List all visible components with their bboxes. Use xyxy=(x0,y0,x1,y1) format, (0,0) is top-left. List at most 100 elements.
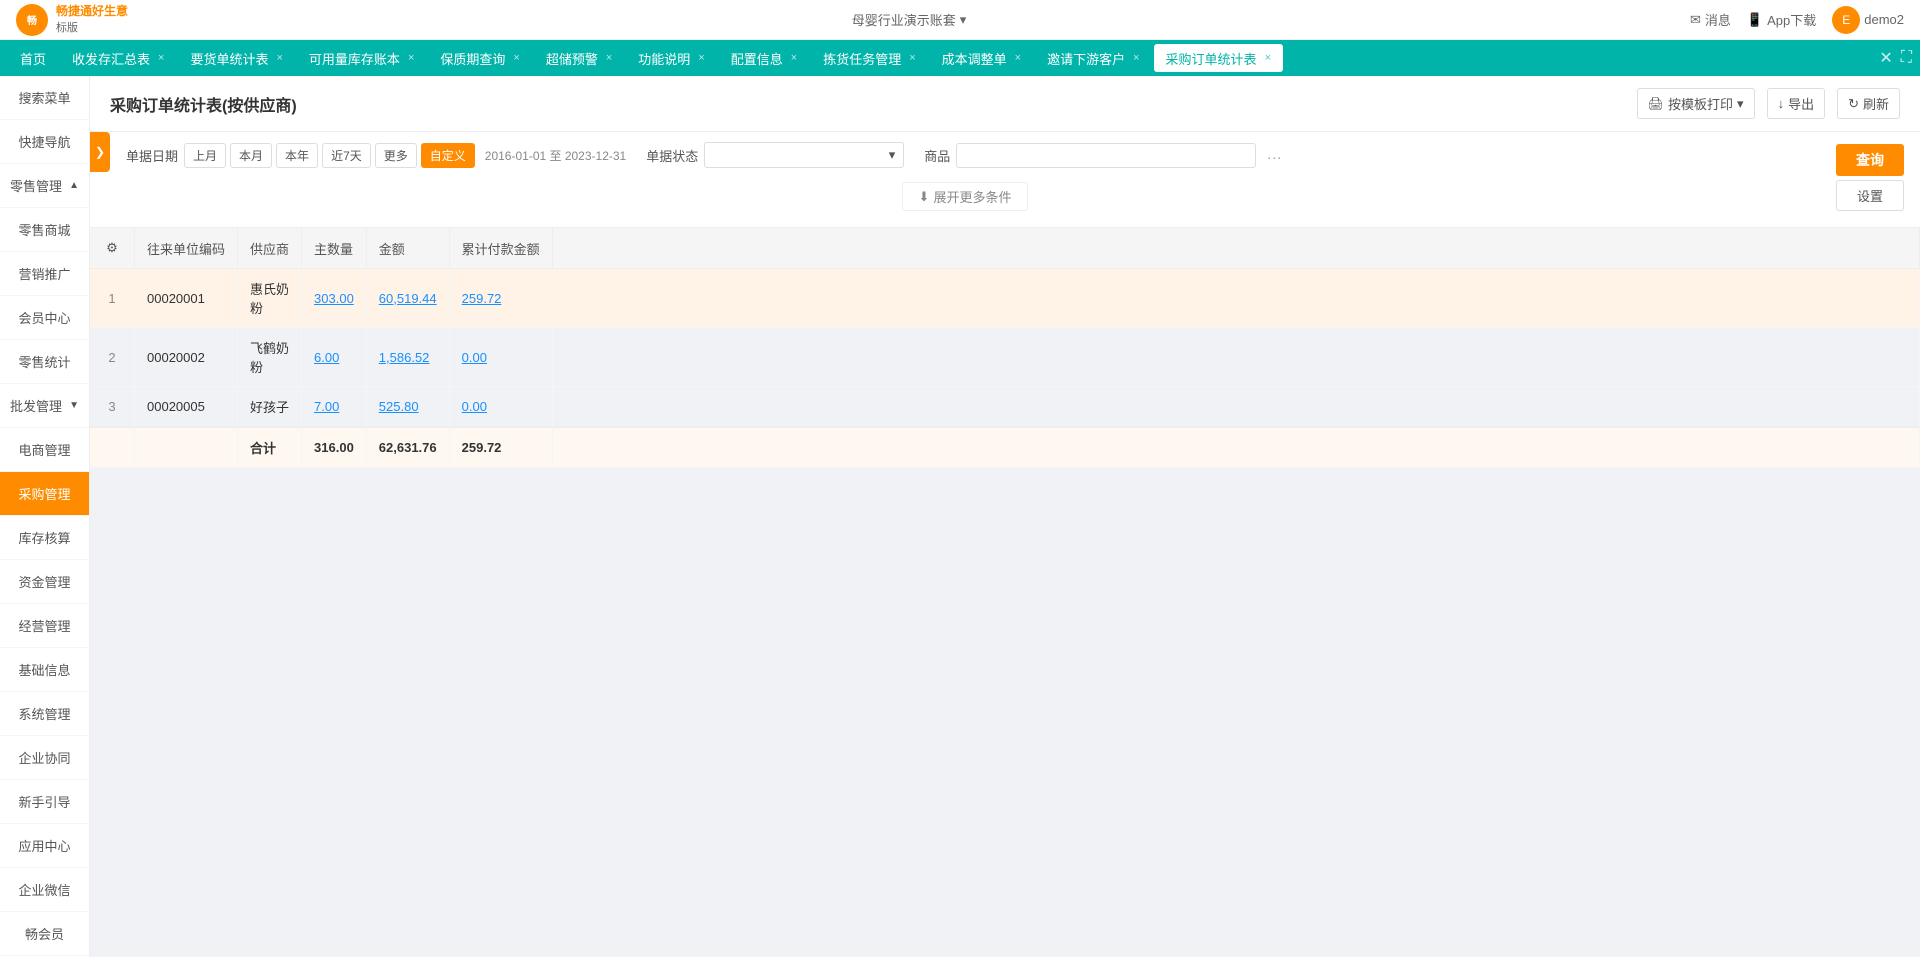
date-filter: 单据日期 上月 本月 本年 近7天 更多 自定义 xyxy=(126,143,626,168)
sidebar-finance-label: 资金管理 xyxy=(18,572,70,591)
tab-baozhi[interactable]: 保质期查询 × xyxy=(428,44,531,72)
export-icon: ↓ xyxy=(1778,96,1785,111)
tab-gongneng[interactable]: 功能说明 × xyxy=(626,44,716,72)
chevron-down-icon: ▼ xyxy=(69,400,79,411)
tab-yaoqing[interactable]: 邀请下游客户 × xyxy=(1035,44,1151,72)
tab-yaohuo-close[interactable]: × xyxy=(276,52,282,64)
btn-last-month[interactable]: 上月 xyxy=(184,143,226,168)
expand-label: 展开更多条件 xyxy=(933,187,1011,206)
sidebar-basics-label: 基础信息 xyxy=(18,660,70,679)
print-label: 按模板打印 xyxy=(1668,94,1733,113)
tab-kuyong-close[interactable]: × xyxy=(408,52,414,64)
sidebar-item-appcenter[interactable]: 应用中心 xyxy=(0,824,89,868)
filter-toggle-btn[interactable]: ❯ xyxy=(90,132,110,172)
workspace-selector[interactable]: 母婴行业演示账套 ▾ xyxy=(852,10,967,29)
sidebar-item-newbie[interactable]: 新手引导 xyxy=(0,780,89,824)
btn-this-month[interactable]: 本月 xyxy=(230,143,272,168)
export-button[interactable]: ↓ 导出 xyxy=(1767,88,1826,119)
sidebar-item-operations[interactable]: 经营管理 xyxy=(0,604,89,648)
user-area[interactable]: E demo2 xyxy=(1832,6,1904,34)
goods-input[interactable] xyxy=(956,143,1256,168)
tab-peizhi-close[interactable]: × xyxy=(791,52,797,64)
tab-home[interactable]: 首页 xyxy=(8,44,58,72)
btn-7days[interactable]: 近7天 xyxy=(322,143,371,168)
tab-yaoqing-close[interactable]: × xyxy=(1133,52,1139,64)
page-header: 采购订单统计表(按供应商) 🖨 按模板打印 ▾ ↓ 导出 ↻ 刷新 xyxy=(90,76,1920,132)
tab-jianhuo-label: 拣货任务管理 xyxy=(823,49,901,68)
avatar-text: E xyxy=(1842,13,1850,27)
tab-chaocheng-close[interactable]: × xyxy=(606,52,612,64)
sidebar-item-wechat[interactable]: 企业微信 xyxy=(0,868,89,912)
sidebar-item-member2[interactable]: 畅会员 xyxy=(0,912,89,956)
nav-expand-btn[interactable]: ⛶ xyxy=(1901,49,1912,67)
logo-texts: 畅捷通好生意 标版 xyxy=(56,4,128,34)
sidebar-item-finance[interactable]: 资金管理 xyxy=(0,560,89,604)
goods-filter: 商品 … xyxy=(924,143,1282,168)
sidebar-item-purchase[interactable]: 采购管理 xyxy=(0,472,89,516)
print-button[interactable]: 🖨 按模板打印 ▾ xyxy=(1637,88,1755,119)
tab-chengben-close[interactable]: × xyxy=(1015,52,1021,64)
filter-container: ❯ 单据日期 上月 本月 本年 近7天 更多 xyxy=(90,132,1920,228)
expand-row: ⬇ 展开更多条件 xyxy=(126,176,1804,217)
tab-jianhuo-close[interactable]: × xyxy=(909,52,915,64)
tab-shoufacun[interactable]: 收发存汇总表 × xyxy=(60,44,176,72)
page-title: 采购订单统计表(按供应商) xyxy=(110,92,297,116)
refresh-icon: ↻ xyxy=(1848,96,1859,112)
sidebar-member-label: 会员中心 xyxy=(18,308,70,327)
printer-icon: 🖨 xyxy=(1648,96,1665,112)
settings-button[interactable]: 设置 xyxy=(1836,180,1904,211)
expand-btn[interactable]: ⬇ 展开更多条件 xyxy=(902,182,1029,211)
tab-gongneng-label: 功能说明 xyxy=(638,49,690,68)
sidebar-item-quicknav[interactable]: 快捷导航 xyxy=(0,120,89,164)
row-num-3: 3 xyxy=(90,387,135,428)
sidebar-newbie-label: 新手引导 xyxy=(18,792,70,811)
btn-this-year[interactable]: 本年 xyxy=(276,143,318,168)
sidebar-wholesale-label: 批发管理 xyxy=(10,396,62,415)
sidebar-item-marketing[interactable]: 营销推广 xyxy=(0,252,89,296)
top-bar: 畅 畅捷通好生意 标版 母婴行业演示账套 ▾ ✉ 消息 📱 App下载 E de… xyxy=(0,0,1920,40)
sidebar-item-retail-stat[interactable]: 零售统计 xyxy=(0,340,89,384)
sidebar-item-inventory[interactable]: 库存核算 xyxy=(0,516,89,560)
sidebar-item-basics[interactable]: 基础信息 xyxy=(0,648,89,692)
tab-yaohuo[interactable]: 要货单统计表 × xyxy=(178,44,294,72)
btn-custom-date[interactable]: 自定义 xyxy=(421,143,475,168)
tab-caigou-close[interactable]: × xyxy=(1265,52,1271,64)
message-btn[interactable]: ✉ 消息 xyxy=(1690,10,1731,29)
tab-shoufacun-close[interactable]: × xyxy=(158,52,164,64)
logo-text: 畅捷通好生意 xyxy=(56,4,128,18)
sidebar-item-member[interactable]: 会员中心 xyxy=(0,296,89,340)
status-select[interactable]: ▾ xyxy=(704,142,904,168)
tab-jianhuo[interactable]: 拣货任务管理 × xyxy=(811,44,927,72)
table-row: 3 00020005 好孩子 7.00 525.80 0.00 xyxy=(90,387,1920,428)
sidebar-item-retail-mall[interactable]: 零售商城 xyxy=(0,208,89,252)
app-download-btn[interactable]: 📱 App下载 xyxy=(1747,10,1816,29)
tab-caigou[interactable]: 采购订单统计表 × xyxy=(1154,44,1283,72)
row-num-2: 2 xyxy=(90,328,135,387)
sidebar-item-search[interactable]: 搜索菜单 xyxy=(0,76,89,120)
refresh-button[interactable]: ↻ 刷新 xyxy=(1837,88,1900,119)
tab-chaocheng[interactable]: 超储预警 × xyxy=(534,44,624,72)
sidebar-item-ecommerce[interactable]: 电商管理 xyxy=(0,428,89,472)
sidebar-item-collab[interactable]: 企业协同 xyxy=(0,736,89,780)
tab-gongneng-close[interactable]: × xyxy=(698,52,704,64)
custom-label: 自定义 xyxy=(430,149,466,163)
goods-more-icon[interactable]: … xyxy=(1266,146,1282,164)
tab-baozhi-close[interactable]: × xyxy=(513,52,519,64)
tab-chengben[interactable]: 成本调整单 × xyxy=(930,44,1033,72)
footer-paid: 259.72 xyxy=(449,427,552,468)
avatar: E xyxy=(1832,6,1860,34)
tab-kuyong[interactable]: 可用量库存账本 × xyxy=(297,44,426,72)
col-settings[interactable]: ⚙ xyxy=(90,228,135,269)
query-button[interactable]: 查询 xyxy=(1836,144,1904,176)
col-supplier: 供应商 xyxy=(238,228,302,269)
sidebar-item-retail-mgmt[interactable]: 零售管理 ▲ xyxy=(0,164,89,208)
app-download-label: App下载 xyxy=(1767,10,1816,29)
nav-close-btn[interactable]: ✕ xyxy=(1879,48,1892,68)
sidebar-marketing-label: 营销推广 xyxy=(18,264,70,283)
btn-more-date[interactable]: 更多 xyxy=(375,143,417,168)
row-supplier-2: 飞鹤奶粉 xyxy=(238,328,302,387)
tab-peizhi[interactable]: 配置信息 × xyxy=(719,44,809,72)
sidebar-item-system[interactable]: 系统管理 xyxy=(0,692,89,736)
logo-sub: 标版 xyxy=(56,19,128,35)
sidebar-item-wholesale[interactable]: 批发管理 ▼ xyxy=(0,384,89,428)
